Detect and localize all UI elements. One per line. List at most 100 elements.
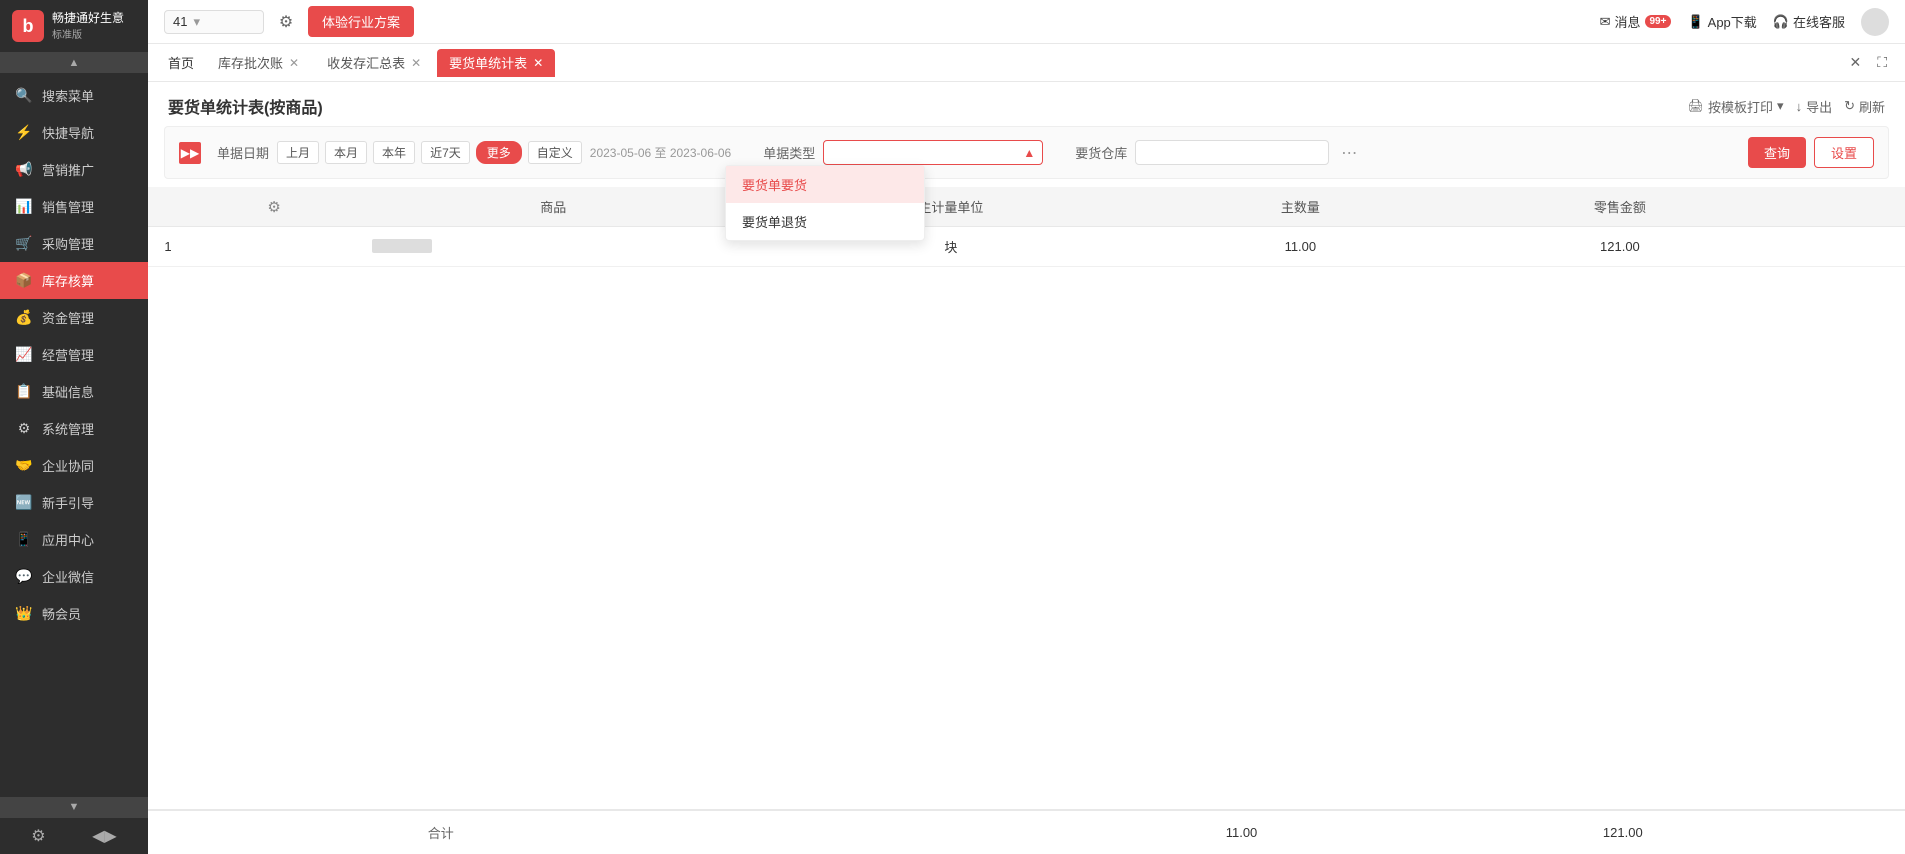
tab-close-receipt[interactable]: ✕: [411, 56, 421, 70]
app-download-btn[interactable]: 📱 App下载: [1687, 12, 1756, 31]
sidebar-label-search: 搜索菜单: [42, 86, 94, 105]
finance-icon: 💰: [14, 309, 34, 326]
sidebar-item-appstore[interactable]: 📱 应用中心: [0, 521, 148, 558]
tab-expand-btn[interactable]: ⛶: [1871, 52, 1893, 73]
avatar[interactable]: [1861, 8, 1889, 36]
sidebar-label-enterprise: 企业协同: [42, 456, 94, 475]
sidebar-item-shortcut[interactable]: ⚡ 快捷导航: [0, 114, 148, 151]
query-btn[interactable]: 查询: [1748, 137, 1806, 168]
app-logo: b 畅捷通好生意 标准版: [0, 0, 148, 53]
topbar-left: 41 ▾ ⚙ 体验行业方案: [164, 6, 1600, 37]
sidebar-label-operations: 经营管理: [42, 345, 94, 364]
btn-custom[interactable]: 自定义: [528, 141, 582, 164]
warehouse-label: 要货仓库: [1075, 143, 1127, 162]
sidebar-label-appstore: 应用中心: [42, 530, 94, 549]
collapse-icon[interactable]: ◀▶: [92, 826, 117, 846]
type-select-input[interactable]: [823, 140, 1043, 165]
main-area: 41 ▾ ⚙ 体验行业方案 ✉ 消息 99+ 📱 App下载 🎧 在线客服: [148, 0, 1905, 854]
sidebar-label-member: 畅会员: [42, 604, 81, 623]
btn-more[interactable]: 更多: [476, 141, 522, 164]
cell-index: 1: [148, 227, 188, 267]
sidebar-item-wechat[interactable]: 💬 企业微信: [0, 558, 148, 595]
btn-this-month[interactable]: 本月: [325, 141, 367, 164]
sidebar-item-member[interactable]: 👑 畅会员: [0, 595, 148, 632]
refresh-btn[interactable]: ↻ 刷新: [1844, 97, 1885, 116]
filter-type-group: 单据类型 ▲: [763, 140, 1043, 165]
sidebar-item-system[interactable]: ⚙ 系统管理: [0, 410, 148, 447]
cell-quantity: 11.00: [1156, 227, 1446, 267]
sidebar-label-purchase: 采购管理: [42, 234, 94, 253]
sidebar-item-basicinfo[interactable]: 📋 基础信息: [0, 373, 148, 410]
sidebar: b 畅捷通好生意 标准版 ▲ 🔍 搜索菜单 ⚡ 快捷导航 📢 营销推广 📊 销售…: [0, 0, 148, 854]
type-select-wrapper: ▲: [823, 140, 1043, 165]
topbar-right: ✉ 消息 99+ 📱 App下载 🎧 在线客服: [1600, 8, 1889, 36]
btn-recent7[interactable]: 近7天: [421, 141, 470, 164]
footer-label: 合计: [212, 811, 670, 854]
settings-btn[interactable]: ⚙: [272, 8, 300, 36]
col-quantity: 主数量: [1156, 187, 1446, 227]
inventory-icon: 📦: [14, 272, 34, 289]
sidebar-item-finance[interactable]: 💰 资金管理: [0, 299, 148, 336]
btn-last-month[interactable]: 上月: [277, 141, 319, 164]
filter-warehouse-group: 要货仓库 ⋯: [1075, 140, 1357, 165]
type-label: 单据类型: [763, 143, 815, 162]
tab-order-stats[interactable]: 要货单统计表 ✕: [437, 49, 555, 77]
tab-inventory[interactable]: 库存批次账 ✕: [206, 49, 311, 77]
filter-expand-btn[interactable]: ▶▶: [179, 142, 201, 164]
data-table: ⚙ 商品 主计量单位 主数量 零售金额 1: [148, 187, 1905, 267]
settings-icon[interactable]: ⚙: [31, 826, 45, 846]
message-btn[interactable]: ✉ 消息 99+: [1600, 12, 1672, 31]
sidebar-item-marketing[interactable]: 📢 营销推广: [0, 151, 148, 188]
tab-receipt[interactable]: 收发存汇总表 ✕: [315, 49, 433, 77]
filter-settings-btn[interactable]: 设置: [1814, 137, 1874, 168]
sidebar-item-inventory[interactable]: 📦 库存核算: [0, 262, 148, 299]
sidebar-item-operations[interactable]: 📈 经营管理: [0, 336, 148, 373]
col-settings[interactable]: ⚙: [188, 187, 360, 227]
sidebar-item-purchase[interactable]: 🛒 采购管理: [0, 225, 148, 262]
online-service-btn[interactable]: 🎧 在线客服: [1773, 12, 1845, 31]
shortcut-icon: ⚡: [14, 124, 34, 141]
tabbar: 首页 库存批次账 ✕ 收发存汇总表 ✕ 要货单统计表 ✕ ✕ ⛶: [148, 44, 1905, 82]
sidebar-item-sales[interactable]: 📊 销售管理: [0, 188, 148, 225]
operations-icon: 📈: [14, 346, 34, 363]
dropdown-item-0[interactable]: 要货单要货: [726, 166, 924, 203]
sidebar-nav: 🔍 搜索菜单 ⚡ 快捷导航 📢 营销推广 📊 销售管理 🛒 采购管理 📦 库存核…: [0, 73, 148, 797]
sidebar-label-finance: 资金管理: [42, 308, 94, 327]
warehouse-more-btn[interactable]: ⋯: [1341, 143, 1357, 163]
sidebar-item-guide[interactable]: 🆕 新手引导: [0, 484, 148, 521]
tab-home[interactable]: 首页: [160, 53, 202, 72]
export-btn[interactable]: ↓ 导出: [1796, 97, 1833, 116]
col-product: 商品: [360, 187, 746, 227]
service-icon: 🎧: [1773, 14, 1789, 30]
cell-amount: 121.00: [1445, 227, 1794, 267]
cell-extra: [1795, 227, 1905, 267]
sidebar-item-enterprise[interactable]: 🤝 企业协同: [0, 447, 148, 484]
col-index: [148, 187, 188, 227]
product-name-blurred: [372, 239, 432, 253]
page-header: 要货单统计表(按商品) 🖨 按模板打印 ▾ ↓ 导出 ↻ 刷新: [148, 82, 1905, 126]
refresh-icon: ↻: [1844, 98, 1855, 114]
wechat-icon: 💬: [14, 568, 34, 585]
dropdown-item-1[interactable]: 要货单退货: [726, 203, 924, 240]
store-selector[interactable]: 41 ▾: [164, 10, 264, 34]
sidebar-scroll-up[interactable]: ▲: [0, 53, 148, 73]
filter-quick-btns: 上月 本月 本年 近7天 更多 自定义: [277, 141, 582, 164]
sidebar-label-system: 系统管理: [42, 419, 94, 438]
warehouse-input[interactable]: [1135, 140, 1329, 165]
tab-close-inventory[interactable]: ✕: [289, 56, 299, 70]
tab-close-all-btn[interactable]: ✕: [1843, 52, 1867, 73]
col-extra: [1795, 187, 1905, 227]
tab-close-order-stats[interactable]: ✕: [533, 56, 543, 70]
trial-button[interactable]: 体验行业方案: [308, 6, 414, 37]
sidebar-item-search[interactable]: 🔍 搜索菜单: [0, 77, 148, 114]
sidebar-scroll-down[interactable]: ▼: [0, 797, 148, 817]
type-dropdown: 要货单要货 要货单退货: [725, 165, 925, 241]
print-btn[interactable]: 🖨 按模板打印 ▾: [1688, 97, 1784, 116]
filter-actions: 查询 设置: [1748, 137, 1874, 168]
message-label: 消息: [1614, 12, 1640, 31]
btn-this-year[interactable]: 本年: [373, 141, 415, 164]
service-label: 在线客服: [1793, 12, 1845, 31]
store-dropdown-arrow: ▾: [193, 14, 200, 30]
page-header-actions: 🖨 按模板打印 ▾ ↓ 导出 ↻ 刷新: [1688, 97, 1886, 116]
table-wrapper: ⚙ 商品 主计量单位 主数量 零售金额 1: [148, 187, 1905, 809]
